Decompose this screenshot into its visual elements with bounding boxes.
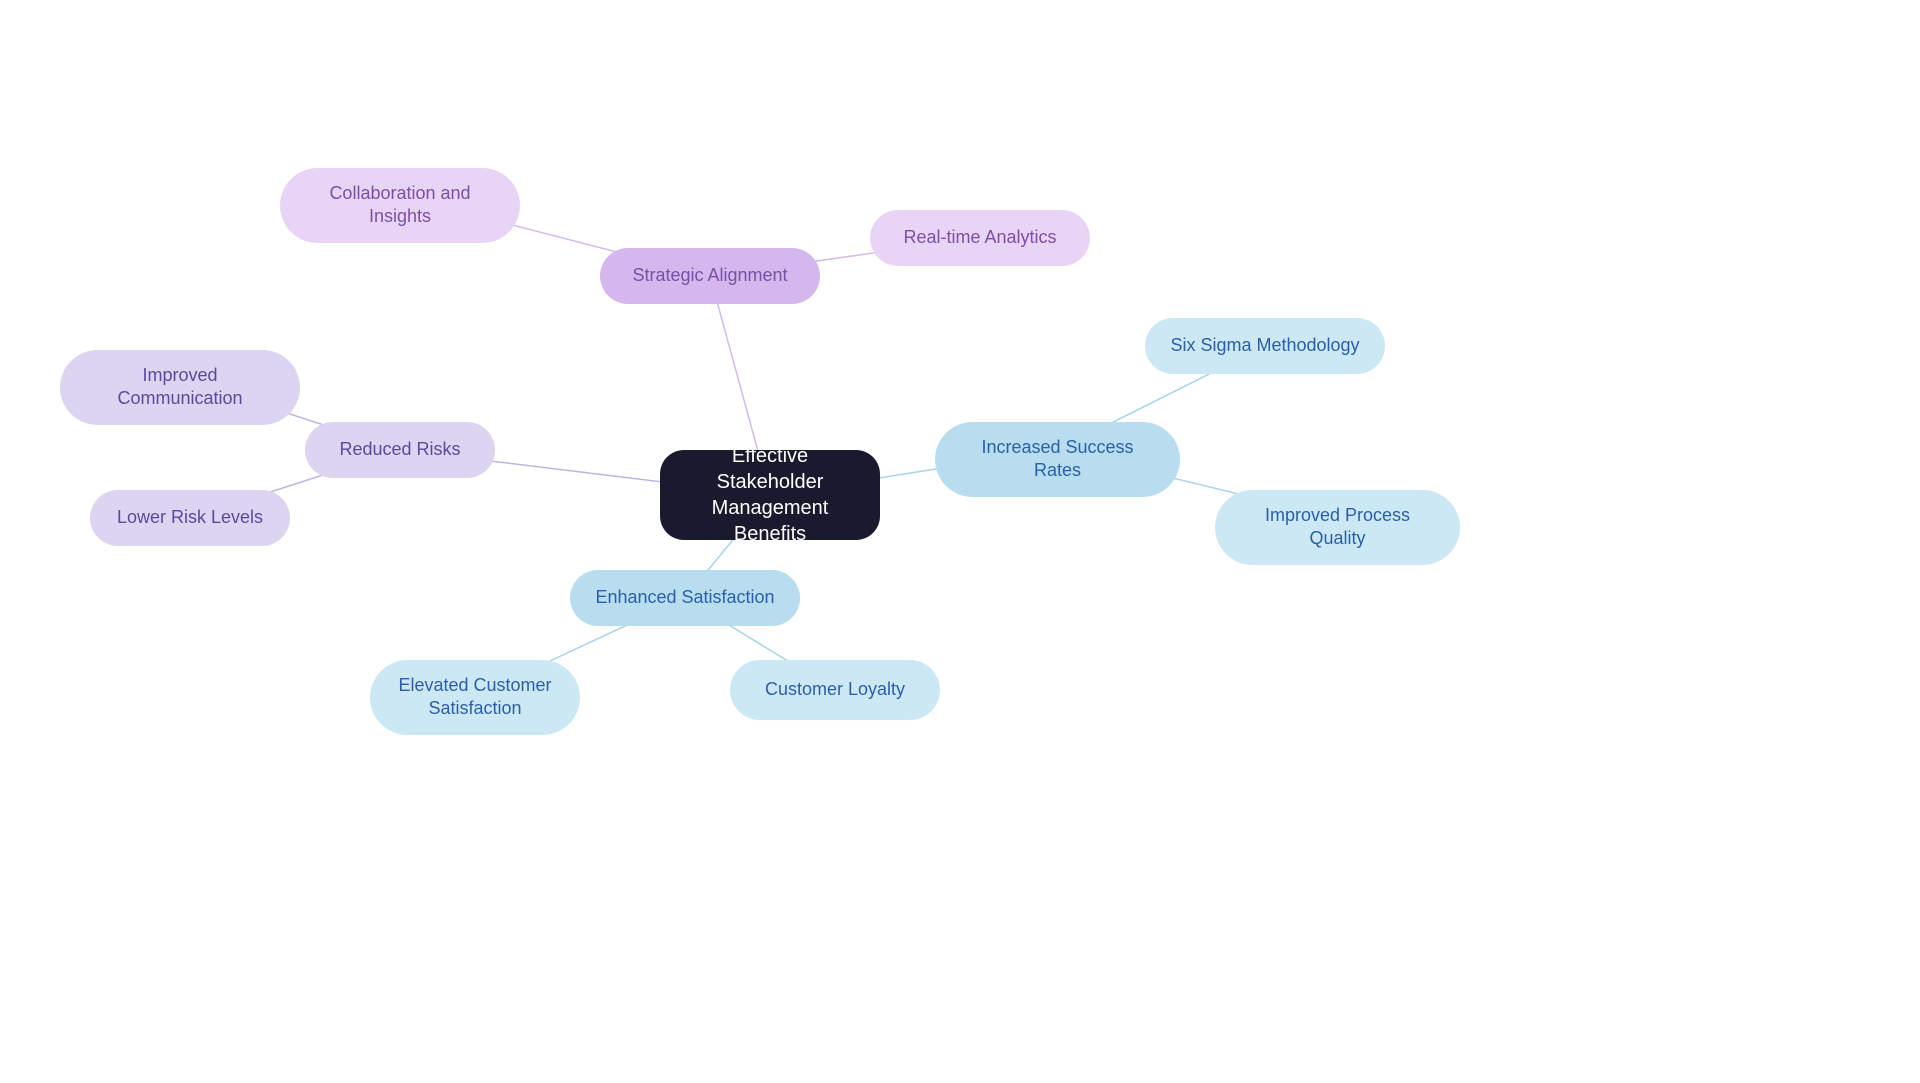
lower-risk-levels-node: Lower Risk Levels <box>90 490 290 546</box>
mindmap-container: Effective Stakeholder Management Benefit… <box>0 0 1920 1083</box>
real-time-analytics-node: Real-time Analytics <box>870 210 1090 266</box>
enhanced-satisfaction-node: Enhanced Satisfaction <box>570 570 800 626</box>
elevated-customer-satisfaction-node: Elevated Customer Satisfaction <box>370 660 580 735</box>
strategic-alignment-node: Strategic Alignment <box>600 248 820 304</box>
connections-svg <box>0 0 1920 1083</box>
six-sigma-methodology-node: Six Sigma Methodology <box>1145 318 1385 374</box>
improved-communication-node: Improved Communication <box>60 350 300 425</box>
increased-success-rates-node: Increased Success Rates <box>935 422 1180 497</box>
collaboration-insights-node: Collaboration and Insights <box>280 168 520 243</box>
reduced-risks-node: Reduced Risks <box>305 422 495 478</box>
center-node: Effective Stakeholder Management Benefit… <box>660 450 880 540</box>
customer-loyalty-node: Customer Loyalty <box>730 660 940 720</box>
improved-process-quality-node: Improved Process Quality <box>1215 490 1460 565</box>
